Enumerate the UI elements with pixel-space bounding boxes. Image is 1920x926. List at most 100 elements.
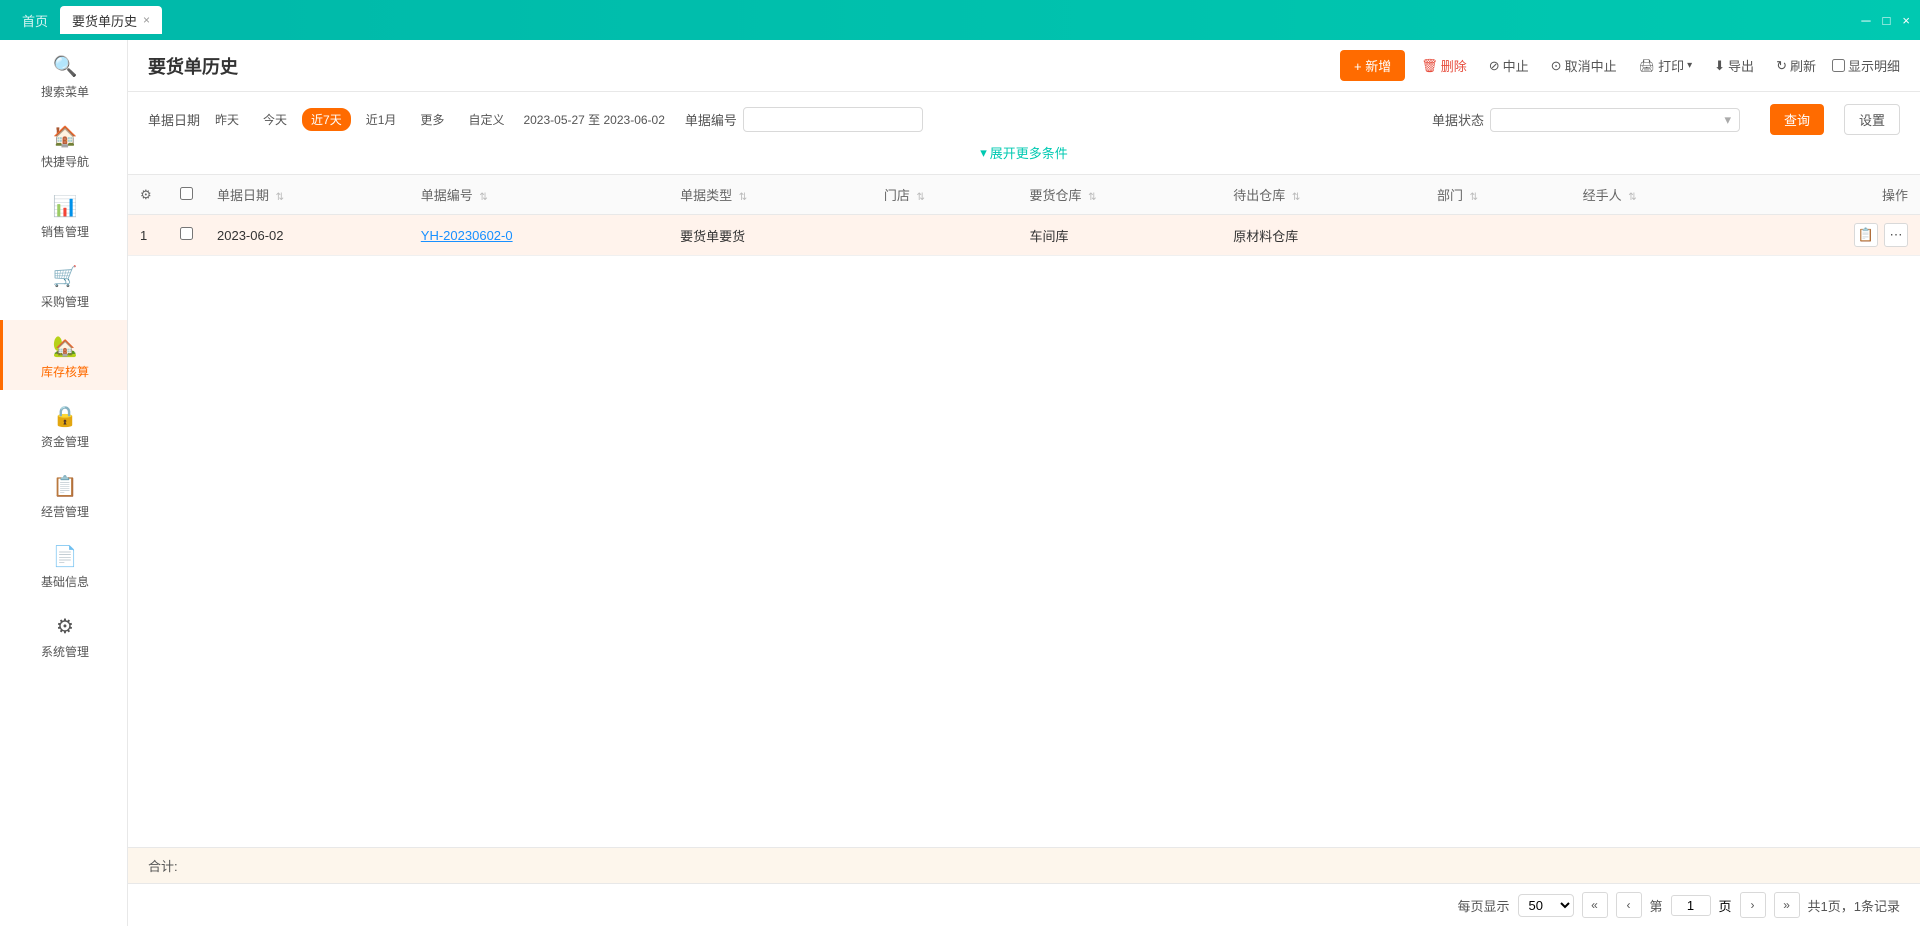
delete-button[interactable]: 🗑 删除: [1415, 52, 1473, 79]
page-size-label: 每页显示: [1457, 896, 1509, 915]
doc-no-input[interactable]: [743, 107, 923, 132]
date-btn-custom[interactable]: 自定义: [459, 108, 513, 131]
new-button[interactable]: + 新增: [1340, 50, 1405, 81]
tab-active[interactable]: 要货单历史 ×: [60, 6, 162, 34]
cell-req-warehouse: 车间库: [1017, 215, 1221, 256]
cell-doc-type: 要货单要货: [668, 215, 872, 256]
content-area: 要货单历史 + 新增 🗑 删除 ⊘ 中止 ⊙ 取消中止 🖨 打印: [128, 40, 1920, 926]
sidebar-item-finance-mgmt-label: 资金管理: [41, 433, 89, 450]
toolbar: + 新增 🗑 删除 ⊘ 中止 ⊙ 取消中止 🖨 打印 ▾: [1340, 50, 1900, 81]
maximize-icon[interactable]: □: [1883, 13, 1891, 28]
cell-dept: [1425, 215, 1571, 256]
main-table: ⚙ 单据日期 ⇅ 单据编号 ⇅ 单据类型 ⇅: [128, 175, 1920, 256]
sort-store-icon[interactable]: ⇅: [917, 192, 925, 203]
pagination-bar: 每页显示 20 50 100 200 « ‹ 第 页 › » 共1页，1条记录: [128, 883, 1920, 926]
sidebar: 🔍 搜索菜单 🏠 快捷导航 📊 销售管理 🛒 采购管理 🏡 库存核算 🔒 资金管…: [0, 40, 128, 926]
th-handler: 经手人 ⇅: [1571, 175, 1746, 215]
sort-doc-no-icon[interactable]: ⇅: [479, 192, 487, 203]
row-view-button[interactable]: 📋: [1854, 223, 1878, 247]
th-req-warehouse: 要货仓库 ⇅: [1017, 175, 1221, 215]
sort-pending-warehouse-icon[interactable]: ⇅: [1292, 192, 1300, 203]
date-range-display: 2023-05-27 至 2023-06-02: [523, 111, 664, 128]
sidebar-item-inventory[interactable]: 🏡 库存核算: [0, 320, 127, 390]
page-label-suffix: 页: [1719, 896, 1732, 915]
sort-req-warehouse-icon[interactable]: ⇅: [1088, 192, 1096, 203]
sidebar-item-sys-mgmt-label: 系统管理: [41, 643, 89, 660]
print-button[interactable]: 🖨 打印 ▾: [1633, 52, 1699, 79]
settings-button[interactable]: 设置: [1844, 104, 1900, 135]
cell-index: 1: [128, 215, 168, 256]
doc-no-label: 单据编号: [685, 110, 737, 129]
table-container: ⚙ 单据日期 ⇅ 单据编号 ⇅ 单据类型 ⇅: [128, 175, 1920, 847]
column-settings-icon[interactable]: ⚙: [140, 187, 152, 202]
export-button[interactable]: ⬇ 导出: [1708, 52, 1760, 79]
page-size-select[interactable]: 20 50 100 200: [1518, 894, 1574, 917]
row-more-button[interactable]: ⋯: [1884, 223, 1908, 247]
purchase-mgmt-icon: 🛒: [53, 264, 78, 289]
refresh-label: 刷新: [1790, 56, 1816, 75]
view-icon: 📋: [1858, 227, 1874, 243]
date-btn-yesterday[interactable]: 昨天: [206, 108, 248, 131]
sidebar-item-sales-mgmt-label: 销售管理: [41, 223, 89, 240]
tab-close-icon[interactable]: ×: [143, 13, 150, 27]
date-filter-label: 单据日期: [148, 110, 200, 129]
sidebar-item-purchase-mgmt[interactable]: 🛒 采购管理: [0, 250, 127, 320]
close-window-icon[interactable]: ×: [1902, 13, 1910, 28]
refresh-button[interactable]: ↻ 刷新: [1770, 52, 1822, 79]
sort-doc-date-icon[interactable]: ⇅: [276, 192, 284, 203]
stop-label: 中止: [1503, 56, 1529, 75]
display-detail-toggle[interactable]: 显示明细: [1832, 56, 1900, 75]
status-select[interactable]: ▾: [1490, 108, 1740, 132]
expand-filter-button[interactable]: ▾ 展开更多条件: [980, 143, 1068, 162]
sidebar-item-base-info-label: 基础信息: [41, 573, 89, 590]
cell-actions: 📋 ⋯: [1745, 215, 1920, 256]
date-btn-today[interactable]: 今天: [254, 108, 296, 131]
quick-nav-icon: 🏠: [53, 124, 78, 149]
top-bar: 首页 要货单历史 × ─ □ ×: [0, 0, 1920, 40]
doc-no-link[interactable]: YH-20230602-0: [421, 228, 513, 243]
cancel-stop-button[interactable]: ⊙ 取消中止: [1545, 52, 1623, 79]
tab-active-label: 要货单历史: [72, 11, 137, 30]
cell-doc-no: YH-20230602-0: [409, 215, 668, 256]
finance-mgmt-icon: 🔒: [53, 404, 78, 429]
filter-row-1: 单据日期 昨天 今天 近7天 近1月 更多 自定义 2023-05-27 至 2…: [148, 104, 1900, 135]
sidebar-item-sales-mgmt[interactable]: 📊 销售管理: [0, 180, 127, 250]
date-btn-1month[interactable]: 近1月: [357, 108, 406, 131]
status-chevron-icon: ▾: [1724, 112, 1731, 128]
select-all-checkbox[interactable]: [180, 187, 193, 200]
sidebar-item-sys-mgmt[interactable]: ⚙ 系统管理: [0, 600, 127, 670]
delete-icon: 🗑: [1421, 58, 1438, 74]
prev-page-button[interactable]: ‹: [1616, 892, 1642, 918]
cell-pending-warehouse: 原材料仓库: [1221, 215, 1425, 256]
sort-handler-icon[interactable]: ⇅: [1628, 192, 1636, 203]
sidebar-item-search-menu[interactable]: 🔍 搜索菜单: [0, 40, 127, 110]
stop-button[interactable]: ⊘ 中止: [1483, 52, 1535, 79]
sidebar-item-quick-nav[interactable]: 🏠 快捷导航: [0, 110, 127, 180]
last-page-button[interactable]: »: [1774, 892, 1800, 918]
date-filter: 单据日期 昨天 今天 近7天 近1月 更多 自定义 2023-05-27 至 2…: [148, 108, 665, 131]
export-icon: ⬇: [1714, 58, 1725, 74]
sidebar-item-base-info[interactable]: 📄 基础信息: [0, 530, 127, 600]
th-doc-date: 单据日期 ⇅: [205, 175, 409, 215]
sidebar-item-quick-nav-label: 快捷导航: [41, 153, 89, 170]
sidebar-item-inventory-label: 库存核算: [41, 363, 89, 380]
minimize-icon[interactable]: ─: [1861, 13, 1870, 28]
page-number-input[interactable]: [1671, 895, 1711, 916]
sort-doc-type-icon[interactable]: ⇅: [739, 192, 747, 203]
date-btn-7days[interactable]: 近7天: [302, 108, 351, 131]
table-header: ⚙ 单据日期 ⇅ 单据编号 ⇅ 单据类型 ⇅: [128, 175, 1920, 215]
th-doc-type: 单据类型 ⇅: [668, 175, 872, 215]
query-button[interactable]: 查询: [1770, 104, 1824, 135]
sidebar-item-finance-mgmt[interactable]: 🔒 资金管理: [0, 390, 127, 460]
next-page-button[interactable]: ›: [1740, 892, 1766, 918]
cell-handler: [1571, 215, 1746, 256]
row-checkbox[interactable]: [180, 227, 193, 240]
display-detail-checkbox[interactable]: [1832, 59, 1845, 72]
tab-home[interactable]: 首页: [10, 6, 60, 34]
sidebar-item-ops-mgmt[interactable]: 📋 经营管理: [0, 460, 127, 530]
date-btn-more[interactable]: 更多: [411, 108, 453, 131]
sidebar-item-purchase-mgmt-label: 采购管理: [41, 293, 89, 310]
sort-dept-icon[interactable]: ⇅: [1470, 192, 1478, 203]
cancel-stop-icon: ⊙: [1551, 58, 1562, 74]
first-page-button[interactable]: «: [1582, 892, 1608, 918]
